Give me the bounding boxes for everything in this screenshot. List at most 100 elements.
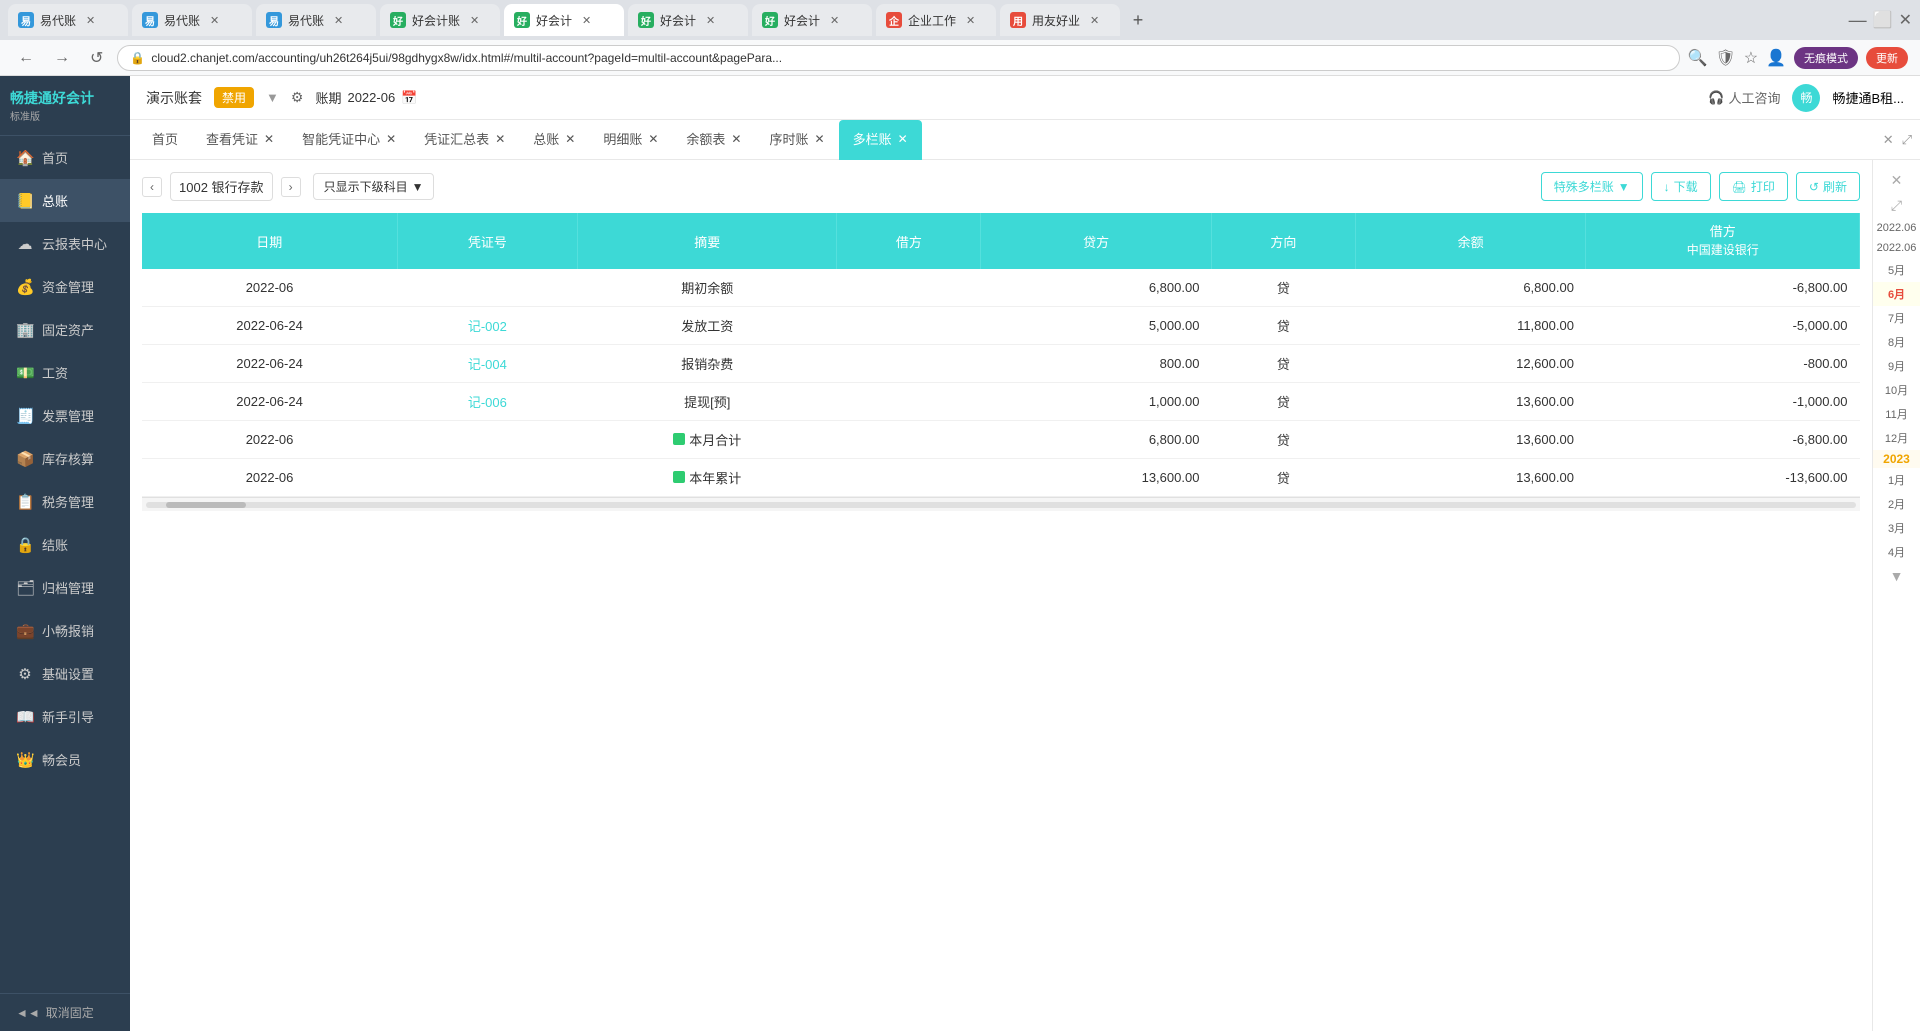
browser-tab-7[interactable]: 好 好会计 ✕ (752, 4, 872, 36)
panel-expand-icon[interactable]: ⤢ (1887, 193, 1906, 218)
url-bar[interactable]: 🔒 cloud2.chanjet.com/accounting/uh26t264… (117, 45, 1679, 71)
search-icon[interactable]: 🔍 (1688, 48, 1708, 68)
sidebar-item-settings[interactable]: ⚙ 基础设置 (0, 652, 130, 695)
page-tab-home[interactable]: 首页 (138, 120, 192, 160)
month-item-2023-2[interactable]: 2月 (1873, 492, 1920, 516)
sidebar-item-inventory[interactable]: 📦 库存核算 (0, 437, 130, 480)
cell-voucher-link[interactable]: 记-002 (397, 307, 577, 345)
horizontal-scrollbar[interactable] (142, 497, 1860, 511)
sidebar-item-ledger[interactable]: 📒 总账 (0, 179, 130, 222)
month-item-9[interactable]: 9月 (1873, 354, 1920, 378)
filter-dropdown[interactable]: 只显示下级科目 ▼ (313, 173, 435, 200)
calendar-icon[interactable]: 📅 (401, 90, 417, 106)
tab-close-summary[interactable]: ✕ (495, 132, 505, 146)
tab-close-5[interactable]: ✕ (582, 14, 591, 27)
tab-close-9[interactable]: ✕ (1090, 14, 1099, 27)
tab-close-3[interactable]: ✕ (334, 14, 343, 27)
page-tab-balance[interactable]: 余额表 ✕ (672, 120, 755, 160)
sidebar-item-home[interactable]: 🏠 首页 (0, 136, 130, 179)
refresh-ledger-button[interactable]: ↺ 刷新 (1796, 172, 1860, 201)
update-button[interactable]: 更新 (1866, 47, 1908, 69)
bookmark-icon[interactable]: ☆ (1744, 48, 1758, 68)
minimize-button[interactable]: — (1849, 10, 1867, 31)
expand-panel-icon[interactable]: ⤢ (1902, 132, 1912, 148)
browser-tab-1[interactable]: 易 易代账 ✕ (8, 4, 128, 36)
scroll-down-icon[interactable]: ▼ (1886, 564, 1908, 588)
cell-voucher-link[interactable]: 记-004 (397, 345, 577, 383)
tab-close-1[interactable]: ✕ (86, 14, 95, 27)
month-item-12[interactable]: 12月 (1873, 426, 1920, 450)
month-item-10[interactable]: 10月 (1873, 378, 1920, 402)
sidebar-item-expense[interactable]: 💼 小畅报销 (0, 609, 130, 652)
close-button[interactable]: ✕ (1899, 10, 1912, 30)
browser-tab-2[interactable]: 易 易代账 ✕ (132, 4, 252, 36)
next-account-button[interactable]: › (281, 177, 301, 197)
period-item-2022-06-2[interactable]: 2022.06 (1873, 238, 1920, 258)
period-item-2022-06-1[interactable]: 2022.06 (1873, 218, 1920, 238)
panel-close-icon[interactable]: ✕ (1887, 168, 1907, 193)
forward-button[interactable]: → (48, 45, 76, 71)
tab-close-voucher[interactable]: ✕ (264, 132, 274, 146)
month-item-8[interactable]: 8月 (1873, 330, 1920, 354)
tab-close-2[interactable]: ✕ (210, 14, 219, 27)
tab-close-general[interactable]: ✕ (565, 132, 575, 146)
sidebar-item-tax[interactable]: 📋 税务管理 (0, 480, 130, 523)
month-item-5[interactable]: 5月 (1873, 258, 1920, 282)
tab-close-multicolumn[interactable]: ✕ (898, 132, 908, 146)
page-tab-detail[interactable]: 明细账 ✕ (589, 120, 672, 160)
print-button[interactable]: 🖨 打印 (1719, 172, 1788, 201)
gear-icon[interactable]: ⚙ (291, 89, 304, 106)
tab-close-balance[interactable]: ✕ (731, 132, 741, 146)
month-item-6[interactable]: 6月 (1873, 282, 1920, 306)
sidebar-item-asset[interactable]: 🏢 固定资产 (0, 308, 130, 351)
tab-close-detail[interactable]: ✕ (648, 132, 658, 146)
month-item-2023-4[interactable]: 4月 (1873, 540, 1920, 564)
browser-tab-4[interactable]: 好 好会计账 ✕ (380, 4, 500, 36)
consult-button[interactable]: 🎧 人工咨询 (1708, 88, 1780, 107)
special-multicolumn-button[interactable]: 特殊多栏账 ▼ (1541, 172, 1643, 201)
sidebar-item-archive[interactable]: 🗂 归档管理 (0, 566, 130, 609)
browser-tab-9[interactable]: 用 用友好业 ✕ (1000, 4, 1120, 36)
browser-tab-6[interactable]: 好 好会计 ✕ (628, 4, 748, 36)
month-item-11[interactable]: 11月 (1873, 402, 1920, 426)
sidebar-item-member[interactable]: 👑 畅会员 (0, 738, 130, 781)
page-tab-multicolumn[interactable]: 多栏账 ✕ (839, 120, 922, 160)
prev-account-button[interactable]: ‹ (142, 177, 162, 197)
restore-button[interactable]: ⬜ (1873, 10, 1893, 30)
unpin-button[interactable]: ◄◄ 取消固定 (0, 993, 130, 1031)
page-tab-voucher[interactable]: 查看凭证 ✕ (192, 120, 288, 160)
refresh-button[interactable]: ↺ (84, 44, 109, 72)
month-item-2023-1[interactable]: 1月 (1873, 468, 1920, 492)
page-tab-summary[interactable]: 凭证汇总表 ✕ (410, 120, 519, 160)
tab-close-6[interactable]: ✕ (706, 14, 715, 27)
page-tab-sequence[interactable]: 序时账 ✕ (755, 120, 838, 160)
cell-voucher-link[interactable]: 记-006 (397, 383, 577, 421)
sidebar-item-report[interactable]: ☁ 云报表中心 (0, 222, 130, 265)
sidebar-item-fund[interactable]: 💰 资金管理 (0, 265, 130, 308)
browser-tab-5[interactable]: 好 好会计 ✕ (504, 4, 624, 36)
month-item-2023-3[interactable]: 3月 (1873, 516, 1920, 540)
download-button[interactable]: ↓ 下载 (1651, 172, 1711, 201)
sidebar-item-invoice[interactable]: 🧾 发票管理 (0, 394, 130, 437)
tab-close-8[interactable]: ✕ (966, 14, 975, 27)
month-item-7[interactable]: 7月 (1873, 306, 1920, 330)
back-button[interactable]: ← (12, 45, 40, 71)
tab-close-sequence[interactable]: ✕ (815, 132, 825, 146)
tab-close-smart[interactable]: ✕ (386, 132, 396, 146)
browser-tab-3[interactable]: 易 易代账 ✕ (256, 4, 376, 36)
sidebar-item-close[interactable]: 🔒 结账 (0, 523, 130, 566)
sidebar-item-salary[interactable]: 💵 工资 (0, 351, 130, 394)
tab-close-4[interactable]: ✕ (470, 14, 479, 27)
collapse-panel-icon[interactable]: ✕ (1883, 132, 1894, 148)
tab-close-7[interactable]: ✕ (830, 14, 839, 27)
dropdown-arrow-icon[interactable]: ▼ (266, 90, 279, 105)
adblock-icon[interactable]: 🛡 (1715, 48, 1735, 68)
sidebar-item-guide[interactable]: 📖 新手引导 (0, 695, 130, 738)
scroll-thumb[interactable] (166, 502, 246, 508)
new-tab-button[interactable]: + (1124, 6, 1152, 34)
profile-icon[interactable]: 👤 (1766, 48, 1786, 68)
page-tab-general[interactable]: 总账 ✕ (519, 120, 589, 160)
page-tab-smart-voucher[interactable]: 智能凭证中心 ✕ (288, 120, 410, 160)
no-trace-button[interactable]: 无痕模式 (1794, 47, 1858, 69)
browser-tab-8[interactable]: 企 企业工作 ✕ (876, 4, 996, 36)
